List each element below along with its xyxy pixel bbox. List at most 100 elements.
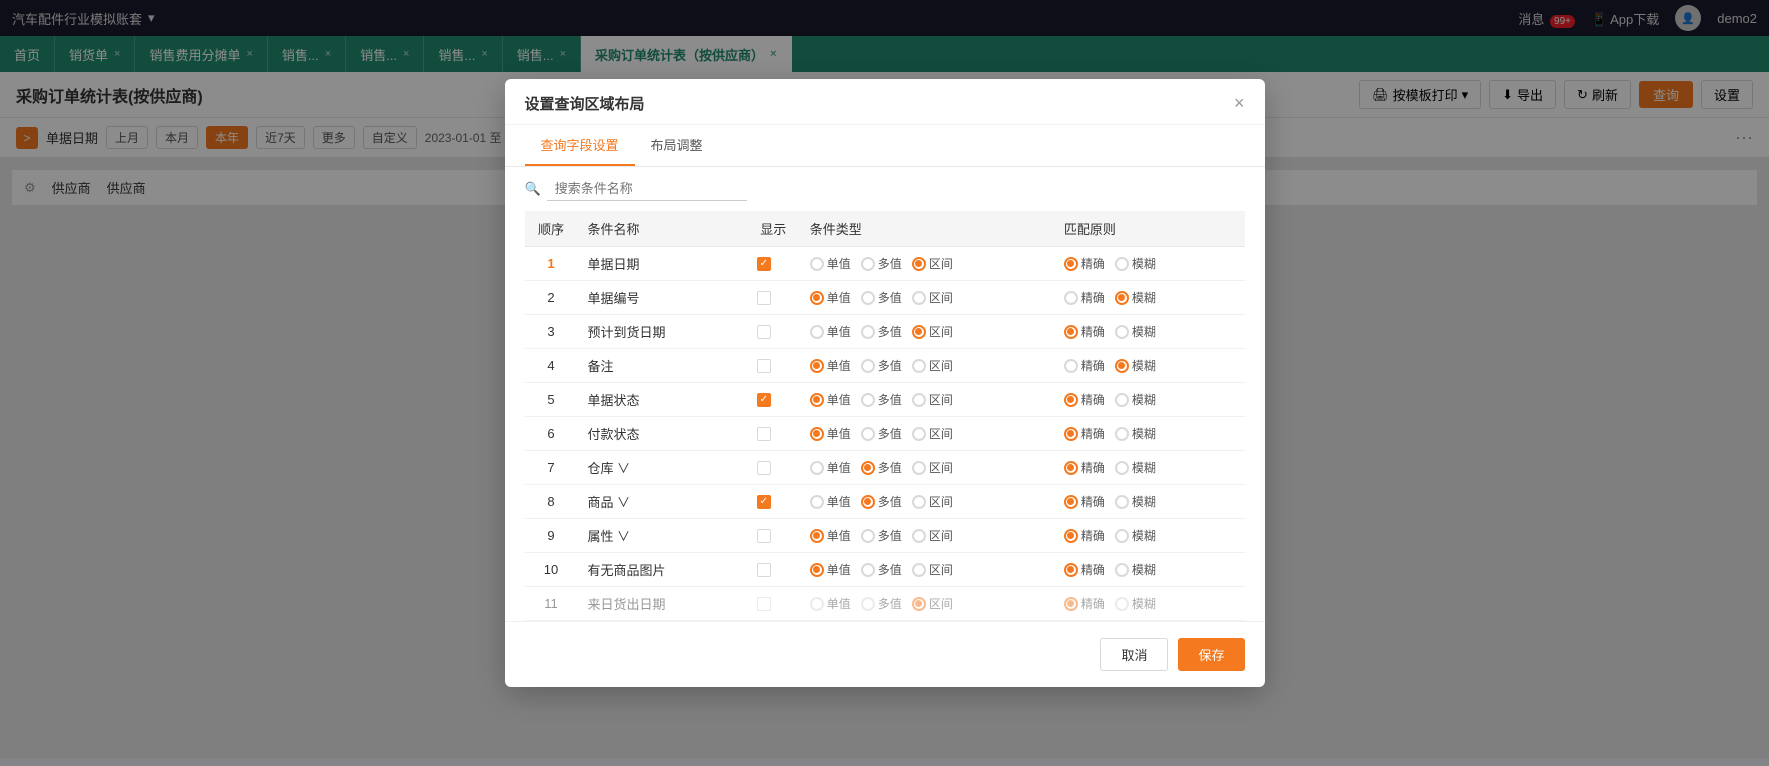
radio-item[interactable]: 多值: [861, 357, 902, 374]
search-input[interactable]: [547, 177, 747, 201]
radio-item[interactable]: 模糊: [1115, 493, 1156, 510]
table-row: 1单据日期单值多值区间精确模糊: [525, 247, 1245, 281]
display-checkbox[interactable]: [757, 529, 771, 543]
radio-item[interactable]: 区间: [912, 323, 953, 340]
radio-circle: [1115, 325, 1129, 339]
radio-item[interactable]: 精确: [1064, 527, 1105, 544]
radio-item[interactable]: 模糊: [1115, 323, 1156, 340]
display-checkbox[interactable]: [757, 461, 771, 475]
radio-item[interactable]: 单值: [810, 595, 851, 612]
radio-item[interactable]: 模糊: [1115, 561, 1156, 578]
radio-circle: [1115, 495, 1129, 509]
radio-item[interactable]: 区间: [912, 289, 953, 306]
table-row: 6付款状态单值多值区间精确模糊: [525, 417, 1245, 451]
display-checkbox[interactable]: [757, 359, 771, 373]
radio-item[interactable]: 模糊: [1115, 289, 1156, 306]
radio-item[interactable]: 模糊: [1115, 459, 1156, 476]
radio-item[interactable]: 单值: [810, 459, 851, 476]
display-checkbox[interactable]: [757, 495, 771, 509]
radio-circle: [810, 359, 824, 373]
modal-close-button[interactable]: ×: [1234, 93, 1245, 114]
radio-item[interactable]: 单值: [810, 289, 851, 306]
radio-item[interactable]: 区间: [912, 357, 953, 374]
display-checkbox[interactable]: [757, 257, 771, 271]
radio-label: 区间: [929, 357, 953, 374]
radio-item[interactable]: 单值: [810, 357, 851, 374]
radio-item[interactable]: 精确: [1064, 459, 1105, 476]
display-checkbox[interactable]: [757, 427, 771, 441]
radio-item[interactable]: 单值: [810, 561, 851, 578]
radio-item[interactable]: 区间: [912, 255, 953, 272]
radio-item[interactable]: 多值: [861, 255, 902, 272]
radio-item[interactable]: 单值: [810, 323, 851, 340]
radio-item[interactable]: 精确: [1064, 323, 1105, 340]
radio-item[interactable]: 模糊: [1115, 391, 1156, 408]
radio-item[interactable]: 精确: [1064, 255, 1105, 272]
row-name: 单据状态: [577, 383, 746, 417]
radio-circle: [810, 427, 824, 441]
radio-item[interactable]: 精确: [1064, 595, 1105, 612]
radio-item[interactable]: 区间: [912, 561, 953, 578]
modal-header: 设置查询区域布局 ×: [505, 79, 1265, 125]
row-type: 单值多值区间: [800, 247, 1054, 281]
radio-item[interactable]: 多值: [861, 459, 902, 476]
row-order: 11: [525, 587, 578, 621]
radio-item[interactable]: 精确: [1064, 425, 1105, 442]
radio-item[interactable]: 区间: [912, 391, 953, 408]
tab-layout-adjust[interactable]: 布局调整: [635, 125, 719, 166]
radio-item[interactable]: 区间: [912, 425, 953, 442]
radio-label: 多值: [878, 595, 902, 612]
radio-item[interactable]: 区间: [912, 527, 953, 544]
radio-item[interactable]: 多值: [861, 323, 902, 340]
radio-item[interactable]: 多值: [861, 425, 902, 442]
row-order: 5: [525, 383, 578, 417]
radio-item[interactable]: 精确: [1064, 357, 1105, 374]
radio-item[interactable]: 模糊: [1115, 255, 1156, 272]
radio-item[interactable]: 精确: [1064, 493, 1105, 510]
table-row: 7仓库 ∨单值多值区间精确模糊: [525, 451, 1245, 485]
table-row: 10有无商品图片单值多值区间精确模糊: [525, 553, 1245, 587]
row-type: 单值多值区间: [800, 383, 1054, 417]
radio-item[interactable]: 单值: [810, 527, 851, 544]
radio-item[interactable]: 模糊: [1115, 595, 1156, 612]
tab-query-fields[interactable]: 查询字段设置: [525, 125, 635, 166]
radio-label: 单值: [827, 255, 851, 272]
radio-item[interactable]: 模糊: [1115, 357, 1156, 374]
cancel-label: 取消: [1121, 648, 1147, 663]
cancel-button[interactable]: 取消: [1100, 638, 1168, 671]
display-checkbox[interactable]: [757, 563, 771, 577]
row-match: 精确模糊: [1054, 519, 1245, 553]
display-checkbox[interactable]: [757, 393, 771, 407]
radio-item[interactable]: 单值: [810, 425, 851, 442]
radio-item[interactable]: 多值: [861, 391, 902, 408]
radio-label: 模糊: [1132, 391, 1156, 408]
radio-item[interactable]: 单值: [810, 391, 851, 408]
radio-label: 单值: [827, 527, 851, 544]
radio-item[interactable]: 单值: [810, 493, 851, 510]
row-display: [747, 281, 800, 315]
radio-item[interactable]: 区间: [912, 493, 953, 510]
row-name: 仓库 ∨: [577, 451, 746, 485]
radio-item[interactable]: 精确: [1064, 561, 1105, 578]
radio-label: 模糊: [1132, 459, 1156, 476]
radio-item[interactable]: 精确: [1064, 391, 1105, 408]
display-checkbox[interactable]: [757, 325, 771, 339]
row-type: 单值多值 区间: [800, 349, 1054, 383]
radio-item[interactable]: 多值: [861, 527, 902, 544]
radio-item[interactable]: 多值: [861, 289, 902, 306]
radio-item[interactable]: 多值: [861, 595, 902, 612]
display-checkbox[interactable]: [757, 597, 771, 611]
radio-item[interactable]: 精确: [1064, 289, 1105, 306]
row-type: 单值多值区间: [800, 485, 1054, 519]
radio-item[interactable]: 区间: [912, 459, 953, 476]
radio-item[interactable]: 多值: [861, 493, 902, 510]
radio-item[interactable]: 多值: [861, 561, 902, 578]
radio-item[interactable]: 模糊: [1115, 527, 1156, 544]
save-button[interactable]: 保存: [1178, 638, 1244, 671]
radio-circle: [1115, 359, 1129, 373]
row-match: 精确模糊: [1054, 349, 1245, 383]
radio-item[interactable]: 模糊: [1115, 425, 1156, 442]
radio-item[interactable]: 单值: [810, 255, 851, 272]
radio-item[interactable]: 区间: [912, 595, 953, 612]
display-checkbox[interactable]: [757, 291, 771, 305]
